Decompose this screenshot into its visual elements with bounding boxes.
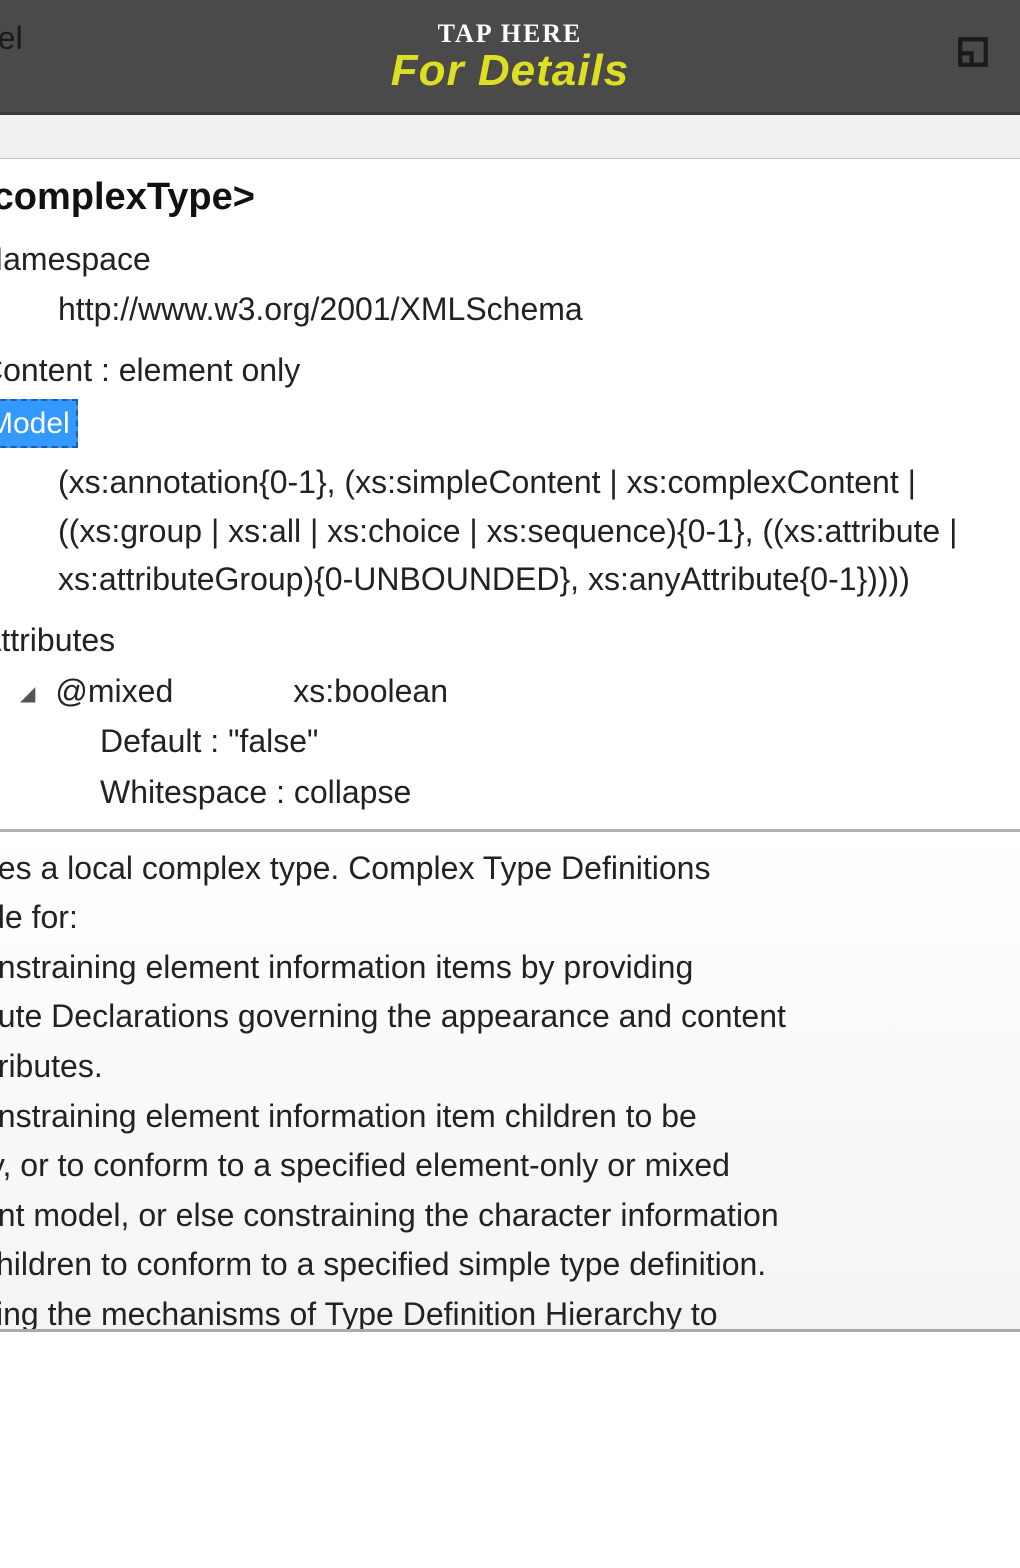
desc-line: bute Declarations governing the appearan… — [0, 992, 1020, 1042]
attribute-type: xs:boolean — [293, 667, 448, 716]
banner-left-text: del — [0, 20, 23, 57]
namespace-value: http://www.w3.org/2001/XMLSchema — [58, 285, 1020, 334]
desc-line: onstraining element information item chi… — [0, 1092, 1020, 1142]
attributes-label: Attributes — [0, 616, 1020, 665]
desc-line: ent model, or else constraining the char… — [0, 1191, 1020, 1241]
desc-line: ide for: — [0, 893, 1020, 943]
desc-line: onstraining element information items by… — [0, 943, 1020, 993]
type-heading: :complexType> — [0, 169, 1020, 227]
desc-line: sing the mechanisms of Type Definition H… — [0, 1290, 1020, 1332]
ad-banner[interactable]: del TAP HERE For Details — [0, 0, 1020, 115]
model-label-selected[interactable]: Model — [0, 399, 78, 449]
desc-line: ty, or to conform to a specified element… — [0, 1141, 1020, 1191]
attribute-name: @mixed — [55, 667, 173, 716]
banner-for-details: For Details — [391, 49, 629, 93]
namespace-label: Namespace — [0, 235, 1020, 284]
desc-line: nes a local complex type. Complex Type D… — [0, 844, 1020, 894]
description-pane: nes a local complex type. Complex Type D… — [0, 832, 1020, 1332]
model-expression: (xs:annotation{0-1}, (xs:simpleContent |… — [58, 458, 1020, 604]
banner-cta[interactable]: TAP HERE For Details — [391, 19, 629, 93]
chevron-down-icon[interactable]: ◢ — [20, 679, 35, 709]
attribute-whitespace: Whitespace : collapse — [100, 768, 1020, 817]
attribute-default: Default : "false" — [100, 717, 1020, 766]
desc-line: children to conform to a specified simpl… — [0, 1240, 1020, 1290]
desc-line: ttributes. — [0, 1042, 1020, 1092]
banner-tap-here: TAP HERE — [391, 19, 629, 49]
content-label: Content : element only — [0, 346, 1020, 395]
attribute-row[interactable]: ◢ @mixed xs:boolean — [20, 667, 1020, 716]
expand-icon[interactable] — [956, 35, 990, 77]
schema-detail-pane: :complexType> Namespace http://www.w3.or… — [0, 159, 1020, 1332]
toolbar-strip — [0, 115, 1020, 159]
